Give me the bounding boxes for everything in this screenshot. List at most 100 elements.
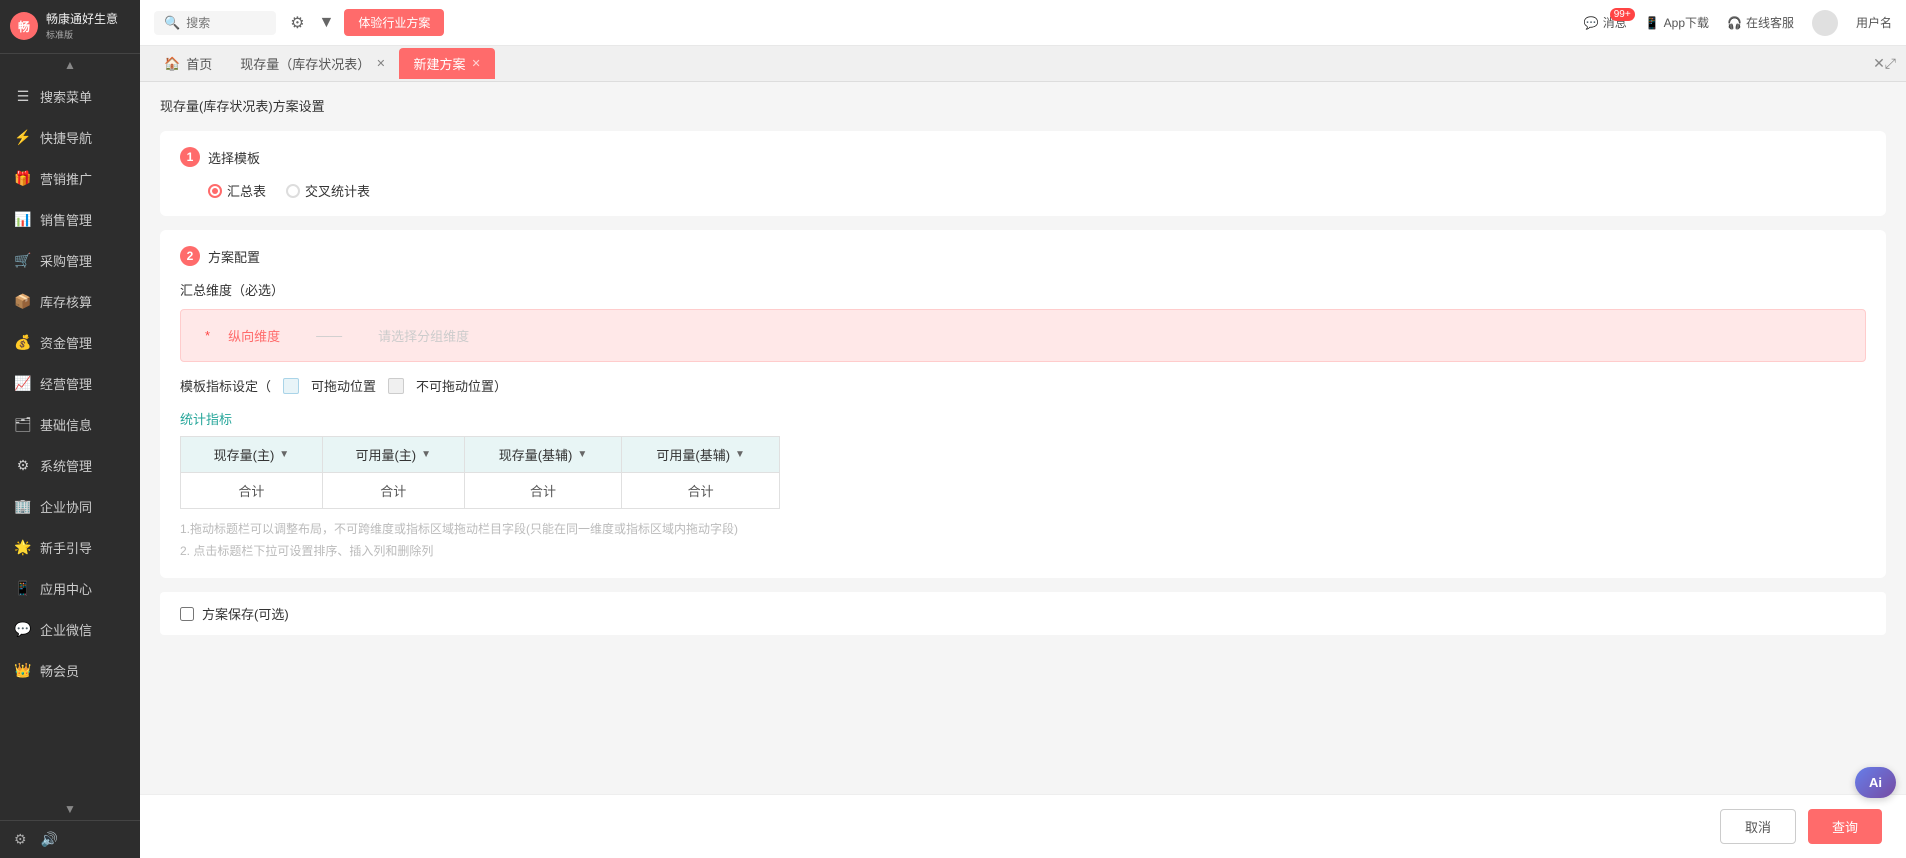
- msg-btn[interactable]: 💬 消息 99+: [1584, 14, 1627, 31]
- col3-arrow[interactable]: ▼: [577, 449, 587, 460]
- save-section: 方案保存(可选): [160, 592, 1886, 635]
- dropdown-icon[interactable]: ▼: [319, 14, 335, 32]
- col4-label: 可用量(基辅): [656, 445, 730, 464]
- search-box[interactable]: 🔍: [154, 11, 276, 35]
- row1-col2: 合计: [322, 473, 464, 509]
- sidebar-scroll-down[interactable]: ▼: [0, 798, 140, 820]
- section1-header: 1 选择模板: [180, 147, 1866, 167]
- tips-section: 1.拖动标题栏可以调整布局，不可跨维度或指标区域拖动栏目字段(只能在同一维度或指…: [180, 519, 1866, 562]
- sidebar-item-operations[interactable]: 📈 经营管理: [0, 363, 140, 404]
- tab-new-close[interactable]: ✕: [471, 57, 480, 70]
- app-download-btn[interactable]: 📱 App下载: [1645, 14, 1709, 31]
- vertical-dim-label: 纵向维度: [228, 326, 280, 345]
- sidebar-item-quick-nav[interactable]: ⚡ 快捷导航: [0, 117, 140, 158]
- table-header-col4[interactable]: 可用量(基辅) ▼: [622, 437, 780, 473]
- service-btn[interactable]: 🎧 在线客服: [1727, 14, 1794, 31]
- close-window-icon[interactable]: ✕: [1873, 55, 1885, 72]
- topbar-right: 💬 消息 99+ 📱 App下载 🎧 在线客服 用户名: [1584, 10, 1892, 36]
- table-header-col1[interactable]: 现存量(主) ▼: [181, 437, 323, 473]
- operations-icon: 📈: [14, 374, 32, 392]
- ai-float-button[interactable]: Ai: [1855, 767, 1896, 798]
- sales-icon: 📊: [14, 210, 32, 228]
- dimension-box[interactable]: * 纵向维度 —— 请选择分组维度: [180, 309, 1866, 362]
- expand-window-icon[interactable]: ⤢: [1885, 55, 1896, 72]
- new-guide-icon: 🌟: [14, 538, 32, 556]
- row1-col1: 合计: [181, 473, 323, 509]
- cancel-button[interactable]: 取消: [1720, 809, 1796, 844]
- indicator-setting: 模板指标设定（ 可拖动位置 不可拖动位置）: [180, 376, 1866, 395]
- app-icon: 📱: [1645, 16, 1660, 30]
- col4-arrow[interactable]: ▼: [735, 449, 745, 460]
- query-button[interactable]: 查询: [1808, 809, 1882, 844]
- col2-arrow[interactable]: ▼: [421, 449, 431, 460]
- avatar[interactable]: [1812, 10, 1838, 36]
- quick-nav-label: 快捷导航: [40, 128, 92, 147]
- topbar: 🔍 ⚙ ▼ 体验行业方案 💬 消息 99+ 📱 App下载 🎧 在线客服 用户名: [140, 0, 1906, 46]
- table-row: 合计 合计 合计 合计: [181, 473, 780, 509]
- sidebar-nav: ☰ 搜索菜单 ⚡ 快捷导航 🎁 营销推广 📊 销售管理 🛒 采购管理 📦 库存核…: [0, 76, 140, 798]
- sidebar-item-basic-info[interactable]: 🗂 基础信息: [0, 404, 140, 445]
- sidebar-item-app-center[interactable]: 📱 应用中心: [0, 568, 140, 609]
- tab-new[interactable]: 新建方案 ✕: [399, 48, 494, 79]
- basic-info-label: 基础信息: [40, 415, 92, 434]
- radio-summary-circle: [208, 184, 222, 198]
- section-template: 1 选择模板 汇总表 交叉统计表: [160, 131, 1886, 216]
- dimension-placeholder: 请选择分组维度: [378, 326, 469, 345]
- dimension-config-label: 汇总维度（必选）: [180, 280, 1866, 299]
- tab-inventory-close[interactable]: ✕: [376, 57, 385, 70]
- sidebar-item-purchase[interactable]: 🛒 采购管理: [0, 240, 140, 281]
- page-title: 现存量(库存状况表)方案设置: [160, 96, 1886, 115]
- sidebar-item-inventory[interactable]: 📦 库存核算: [0, 281, 140, 322]
- sidebar-item-marketing[interactable]: 🎁 营销推广: [0, 158, 140, 199]
- draggable-label: 可拖动位置: [311, 376, 376, 395]
- section2-header: 2 方案配置: [180, 246, 1866, 266]
- tip2: 2. 点击标题栏下拉可设置排序、插入列和删除列: [180, 541, 1866, 563]
- sidebar-item-wechat[interactable]: 💬 企业微信: [0, 609, 140, 650]
- save-label: 方案保存(可选): [202, 604, 289, 623]
- table-header-col3[interactable]: 现存量(基辅) ▼: [464, 437, 622, 473]
- tab-home[interactable]: 🏠 首页: [150, 48, 226, 79]
- save-checkbox[interactable]: [180, 607, 194, 621]
- sidebar-item-sales[interactable]: 📊 销售管理: [0, 199, 140, 240]
- section2-label: 方案配置: [208, 247, 260, 266]
- speaker-icon[interactable]: 🔊: [41, 831, 58, 848]
- radio-cross[interactable]: 交叉统计表: [286, 181, 370, 200]
- table-header-col2[interactable]: 可用量(主) ▼: [322, 437, 464, 473]
- table-header-row: 现存量(主) ▼ 可用量(主) ▼: [181, 437, 780, 473]
- sidebar-item-finance[interactable]: 💰 资金管理: [0, 322, 140, 363]
- search-icon: 🔍: [164, 15, 180, 31]
- logo-name: 畅康通好生意: [46, 12, 118, 28]
- tab-inventory[interactable]: 现存量（库存状况表） ✕: [226, 48, 399, 79]
- new-guide-label: 新手引导: [40, 538, 92, 557]
- col2-label: 可用量(主): [355, 445, 416, 464]
- gear-icon[interactable]: ⚙: [290, 13, 304, 33]
- app-center-icon: 📱: [14, 579, 32, 597]
- sidebar-item-search-menu[interactable]: ☰ 搜索菜单: [0, 76, 140, 117]
- search-input[interactable]: [186, 16, 266, 30]
- sidebar-item-new-guide[interactable]: 🌟 新手引导: [0, 527, 140, 568]
- sidebar-item-vip[interactable]: 👑 畅会员: [0, 650, 140, 691]
- main-area: 🔍 ⚙ ▼ 体验行业方案 💬 消息 99+ 📱 App下载 🎧 在线客服 用户名: [140, 0, 1906, 858]
- purchase-icon: 🛒: [14, 251, 32, 269]
- sidebar-item-system[interactable]: ⚙ 系统管理: [0, 445, 140, 486]
- sales-label: 销售管理: [40, 210, 92, 229]
- col1-arrow[interactable]: ▼: [279, 449, 289, 460]
- non-draggable-badge: [388, 378, 404, 394]
- col1-label: 现存量(主): [214, 445, 275, 464]
- radio-summary[interactable]: 汇总表: [208, 181, 266, 200]
- trial-btn[interactable]: 体验行业方案: [344, 9, 444, 36]
- username: 用户名: [1856, 14, 1892, 31]
- search-menu-label: 搜索菜单: [40, 87, 92, 106]
- sidebar-scroll-up[interactable]: ▲: [0, 54, 140, 76]
- sidebar-item-enterprise[interactable]: 🏢 企业协同: [0, 486, 140, 527]
- basic-info-icon: 🗂: [14, 415, 32, 433]
- tab-inventory-label: 现存量（库存状况表）: [240, 54, 370, 73]
- enterprise-label: 企业协同: [40, 497, 92, 516]
- logo-text-block: 畅康通好生意 标准版: [46, 12, 118, 41]
- headset-icon: 🎧: [1727, 16, 1742, 30]
- search-menu-icon: ☰: [14, 87, 32, 105]
- inventory-label: 库存核算: [40, 292, 92, 311]
- dimension-divider: ——: [316, 328, 342, 343]
- settings-icon[interactable]: ⚙: [14, 831, 27, 848]
- radio-cross-circle: [286, 184, 300, 198]
